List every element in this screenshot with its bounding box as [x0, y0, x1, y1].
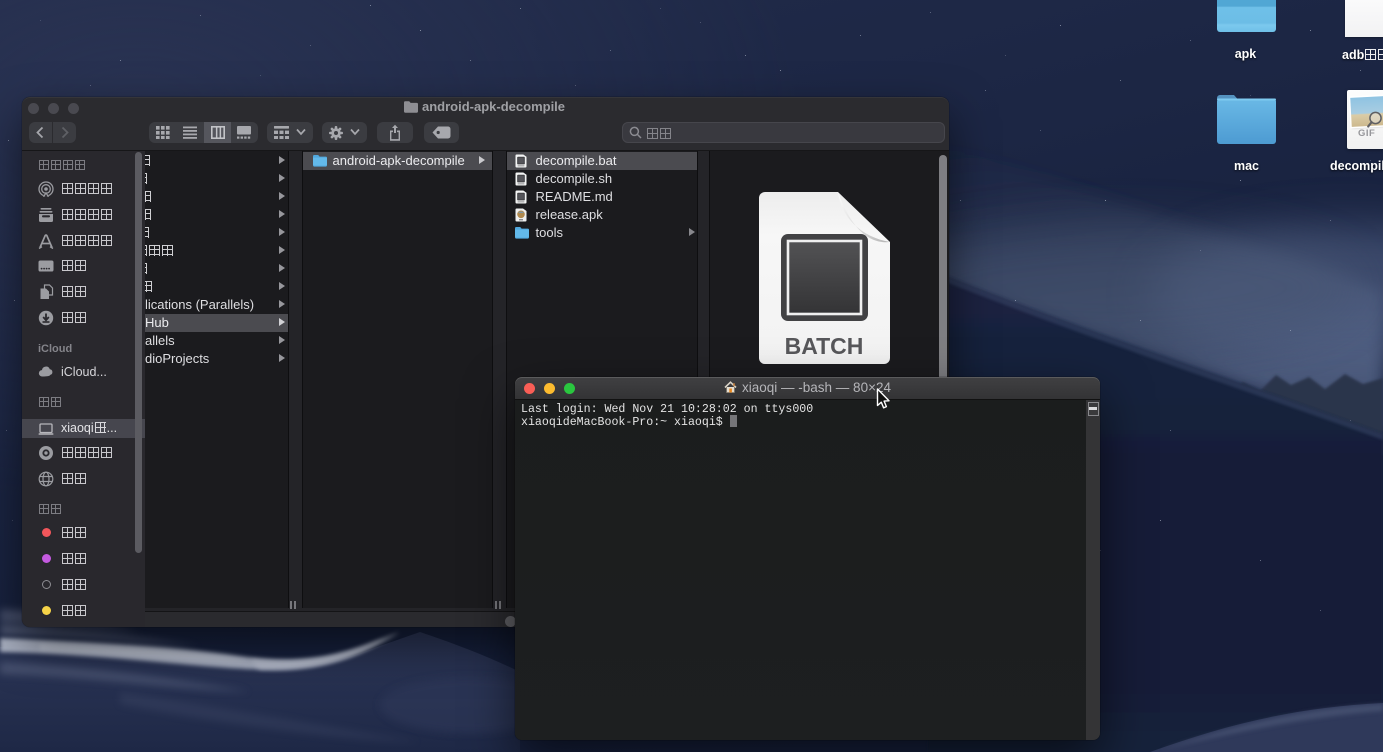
svg-text:BATCH: BATCH: [785, 333, 864, 359]
